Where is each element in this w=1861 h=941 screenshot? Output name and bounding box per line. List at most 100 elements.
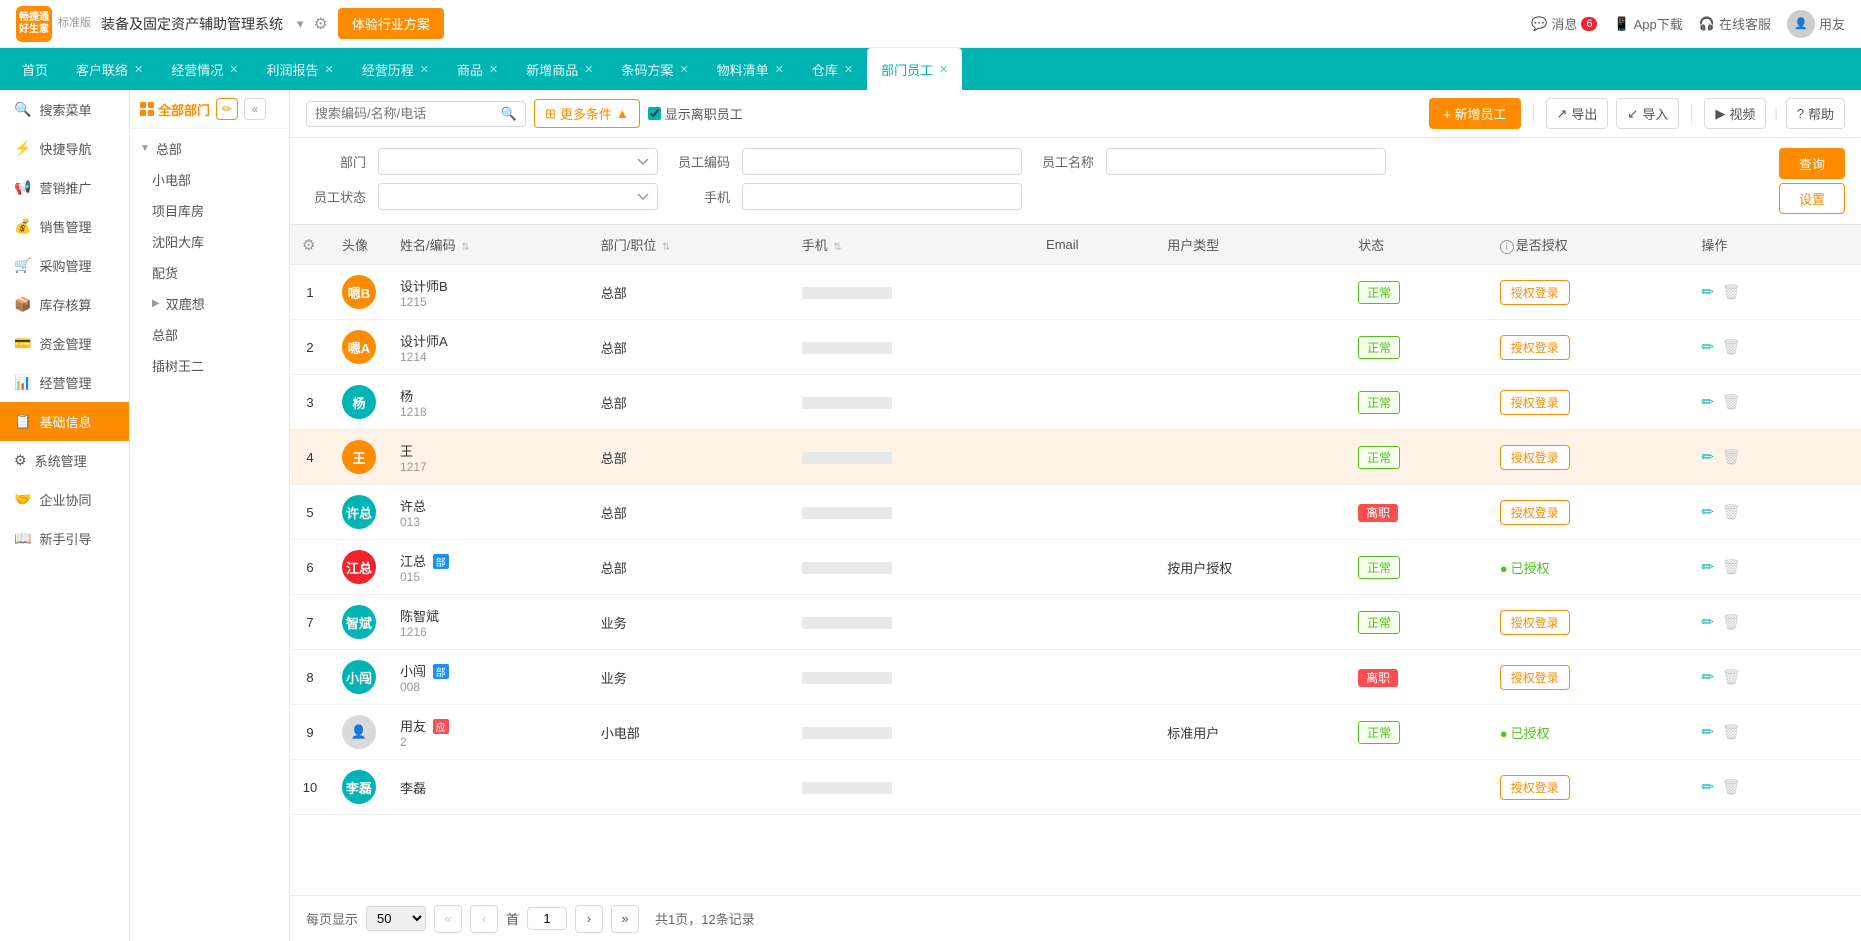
th-name-code[interactable]: 姓名/编码 ⇅ <box>388 225 589 265</box>
nav-inventory[interactable]: 📦 库存核算 <box>0 285 129 324</box>
dept-node-chashuwanger[interactable]: 插树王二 <box>130 350 289 381</box>
dept-node-xiaodian[interactable]: 小电部 <box>130 164 289 195</box>
query-button[interactable]: 查询 <box>1779 148 1845 179</box>
dept-node-projecthouse[interactable]: 项目库房 <box>130 195 289 226</box>
nav-purchase[interactable]: 🛒 采购管理 <box>0 246 129 285</box>
close-icon[interactable]: ✕ <box>679 63 688 76</box>
close-icon[interactable]: ✕ <box>939 63 948 76</box>
delete-icon[interactable]: 🗑 <box>1722 778 1741 796</box>
show-resigned-checkbox-label[interactable]: 显示离职员工 <box>648 104 743 123</box>
info-circle-icon[interactable]: i <box>1500 240 1514 254</box>
tab-dept-employee[interactable]: 部门员工 ✕ <box>867 48 962 90</box>
page-size-select[interactable]: 50 100 200 <box>366 906 426 931</box>
auth-button[interactable]: 授权登录 <box>1500 280 1570 305</box>
search-input[interactable] <box>315 106 501 121</box>
delete-icon[interactable]: 🗑 <box>1722 723 1741 741</box>
close-icon[interactable]: ✕ <box>229 63 238 76</box>
page-number-input[interactable] <box>527 907 567 930</box>
delete-icon[interactable]: 🗑 <box>1722 503 1741 521</box>
close-icon[interactable]: ✕ <box>844 63 853 76</box>
dept-node-distribution[interactable]: 配货 <box>130 257 289 288</box>
add-employee-button[interactable]: + 新增员工 <box>1429 98 1520 129</box>
edit-icon[interactable]: ✏ <box>1701 668 1714 686</box>
last-page-button[interactable]: » <box>611 905 639 933</box>
auth-button[interactable]: 授权登录 <box>1500 775 1570 800</box>
nav-business[interactable]: 📊 经营管理 <box>0 363 129 402</box>
search-input-wrap[interactable]: 🔍 <box>306 101 526 127</box>
delete-icon[interactable]: 🗑 <box>1722 668 1741 686</box>
close-icon[interactable]: ✕ <box>775 63 784 76</box>
messages-btn[interactable]: 💬 消息 6 <box>1531 14 1597 33</box>
trial-button[interactable]: 体验行业方案 <box>338 8 444 39</box>
tab-profit[interactable]: 利润报告 ✕ <box>252 48 347 90</box>
delete-icon[interactable]: 🗑 <box>1722 448 1741 466</box>
edit-icon[interactable]: ✏ <box>1701 503 1714 521</box>
delete-icon[interactable]: 🗑 <box>1722 283 1741 301</box>
emp-name-input[interactable] <box>1106 148 1386 175</box>
close-icon[interactable]: ✕ <box>584 63 593 76</box>
edit-icon[interactable]: ✏ <box>1701 613 1714 631</box>
edit-icon[interactable]: ✏ <box>1701 283 1714 301</box>
auth-button[interactable]: 授权登录 <box>1500 335 1570 360</box>
th-phone[interactable]: 手机 ⇅ <box>790 225 1034 265</box>
tab-barcode[interactable]: 条码方案 ✕ <box>607 48 702 90</box>
dept-filter-select[interactable] <box>378 148 658 175</box>
nav-system[interactable]: ⚙ 系统管理 <box>0 441 129 480</box>
nav-quick-nav[interactable]: ⚡ 快捷导航 <box>0 129 129 168</box>
import-button[interactable]: ↙ 导入 <box>1616 98 1679 129</box>
gear-icon[interactable]: ⚙ <box>314 14 328 34</box>
close-icon[interactable]: ✕ <box>325 63 334 76</box>
nav-finance[interactable]: 💳 资金管理 <box>0 324 129 363</box>
th-dept-position[interactable]: 部门/职位 ⇅ <box>589 225 790 265</box>
edit-icon[interactable]: ✏ <box>1701 558 1714 576</box>
tab-history[interactable]: 经营历程 ✕ <box>348 48 443 90</box>
close-icon[interactable]: ✕ <box>489 63 498 76</box>
close-icon[interactable]: ✕ <box>420 63 429 76</box>
edit-icon[interactable]: ✏ <box>1701 448 1714 466</box>
app-download-btn[interactable]: 📱 App下载 <box>1613 14 1682 33</box>
nav-search-menu[interactable]: 🔍 搜索菜单 <box>0 90 129 129</box>
set-button[interactable]: 设置 <box>1779 183 1845 214</box>
auth-button[interactable]: 授权登录 <box>1500 665 1570 690</box>
tab-warehouse[interactable]: 仓库 ✕ <box>798 48 867 90</box>
close-icon[interactable]: ✕ <box>134 63 143 76</box>
tab-bom[interactable]: 物料清单 ✕ <box>703 48 798 90</box>
dept-node-shuanglu[interactable]: ▶ 双鹿想 <box>130 288 289 319</box>
tab-home[interactable]: 首页 <box>8 48 62 90</box>
nav-sales[interactable]: 💰 销售管理 <box>0 207 129 246</box>
show-resigned-checkbox[interactable] <box>648 107 661 120</box>
delete-icon[interactable]: 🗑 <box>1722 393 1741 411</box>
edit-icon[interactable]: ✏ <box>1701 778 1714 796</box>
col-settings-icon[interactable]: ⚙ <box>302 237 315 254</box>
dept-collapse-button[interactable]: « <box>244 98 266 120</box>
nav-basic-info[interactable]: 📋 基础信息 <box>0 402 129 441</box>
video-button[interactable]: ▶ 视频 <box>1704 98 1766 129</box>
more-filter-button[interactable]: ⊞ 更多条件 ▲ <box>534 99 640 128</box>
tab-operation[interactable]: 经营情况 ✕ <box>157 48 252 90</box>
dept-node-root[interactable]: ▼ 总部 <box>130 133 289 164</box>
edit-icon[interactable]: ✏ <box>1701 393 1714 411</box>
auth-button[interactable]: 授权登录 <box>1500 390 1570 415</box>
prev-page-button[interactable]: ‹ <box>470 905 498 933</box>
tab-new-goods[interactable]: 新增商品 ✕ <box>512 48 607 90</box>
auth-button[interactable]: 授权登录 <box>1500 445 1570 470</box>
edit-icon[interactable]: ✏ <box>1701 723 1714 741</box>
user-area[interactable]: 👤 用友 <box>1787 10 1845 38</box>
dept-edit-button[interactable]: ✏ <box>216 98 238 120</box>
online-service-btn[interactable]: 🎧 在线客服 <box>1699 14 1771 33</box>
nav-marketing[interactable]: 📢 营销推广 <box>0 168 129 207</box>
tab-goods[interactable]: 商品 ✕ <box>443 48 512 90</box>
next-page-button[interactable]: › <box>575 905 603 933</box>
nav-collab[interactable]: 🤝 企业协同 <box>0 480 129 519</box>
search-icon[interactable]: 🔍 <box>501 106 517 122</box>
auth-button[interactable]: 授权登录 <box>1500 610 1570 635</box>
dept-node-shenyang[interactable]: 沈阳大库 <box>130 226 289 257</box>
emp-status-select[interactable] <box>378 183 658 210</box>
auth-button[interactable]: 授权登录 <box>1500 500 1570 525</box>
export-button[interactable]: ↗ 导出 <box>1546 98 1609 129</box>
phone-input[interactable] <box>742 183 1022 210</box>
first-page-button[interactable]: « <box>434 905 462 933</box>
delete-icon[interactable]: 🗑 <box>1722 338 1741 356</box>
help-button[interactable]: ? 帮助 <box>1786 98 1845 129</box>
nav-guide[interactable]: 📖 新手引导 <box>0 519 129 558</box>
